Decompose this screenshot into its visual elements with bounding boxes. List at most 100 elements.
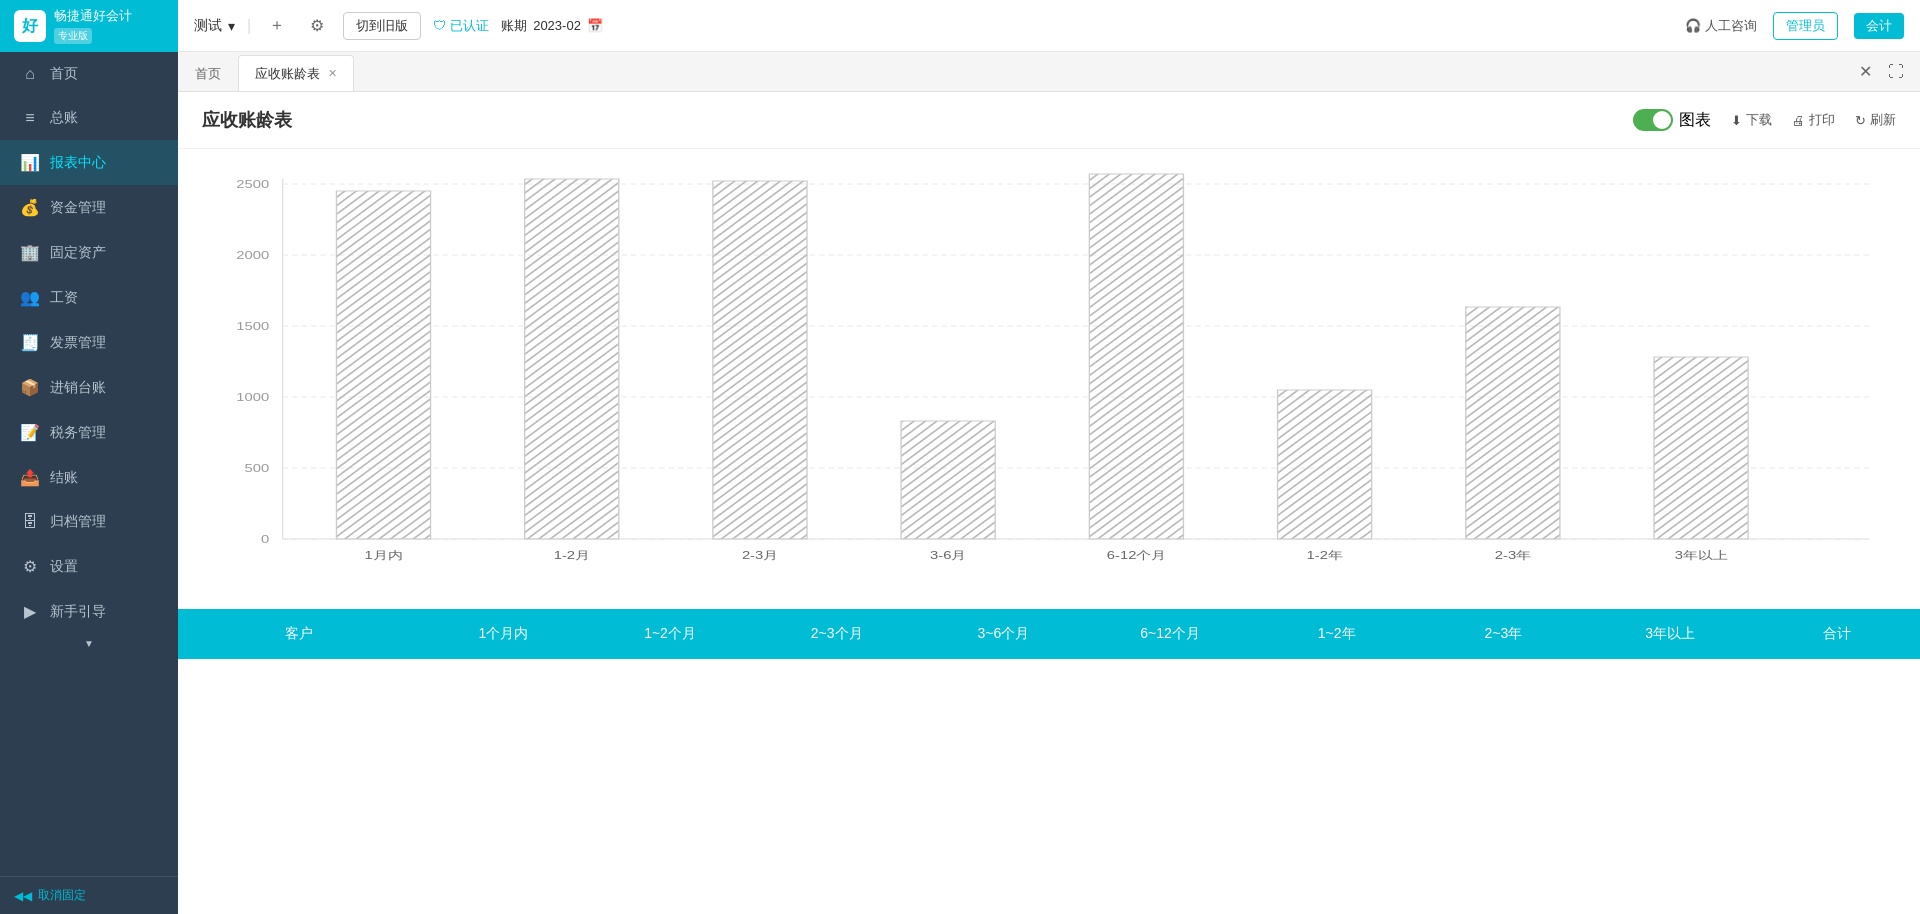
- expand-button[interactable]: ⛶: [1884, 59, 1908, 85]
- bar-3year-plus: [1654, 357, 1748, 539]
- consult-button[interactable]: 🎧 人工咨询: [1685, 17, 1757, 35]
- settings-button[interactable]: ⚙: [303, 12, 331, 40]
- guide-icon: ▶: [20, 602, 40, 621]
- svg-text:0: 0: [261, 533, 269, 546]
- svg-text:6-12个月: 6-12个月: [1107, 549, 1166, 562]
- headset-icon: 🎧: [1685, 18, 1701, 33]
- tax-icon: 📝: [20, 423, 40, 442]
- user-button[interactable]: 管理员: [1773, 12, 1838, 40]
- refresh-button[interactable]: ↻ 刷新: [1855, 111, 1896, 129]
- wages-icon: 👥: [20, 288, 40, 307]
- col-1-2year: 1~2年: [1253, 609, 1420, 659]
- sidebar-item-settings[interactable]: ⚙ 设置: [0, 544, 178, 589]
- sidebar-item-home[interactable]: ⌂ 首页: [0, 52, 178, 96]
- tab-home[interactable]: 首页: [178, 55, 238, 91]
- project-name: 测试: [194, 17, 222, 35]
- sidebar-item-label: 发票管理: [50, 334, 106, 352]
- tabbar: 首页 应收账龄表 ✕ ✕ ⛶: [178, 52, 1920, 92]
- sidebar-item-reports[interactable]: 📊 报表中心: [0, 140, 178, 185]
- page-content: 应收账龄表 图表 ⬇ 下载 🖨 打印 ↻: [178, 92, 1920, 914]
- bar-1-2month: [525, 179, 619, 539]
- sidebar-item-assets[interactable]: 🏢 固定资产: [0, 230, 178, 275]
- refresh-label: 刷新: [1870, 111, 1896, 129]
- bar-6-12month: [1089, 174, 1183, 539]
- close-window-button[interactable]: ✕: [1855, 58, 1876, 85]
- refresh-icon: ↻: [1855, 113, 1866, 128]
- svg-text:3-6月: 3-6月: [930, 549, 966, 562]
- switch-version-button[interactable]: 切到旧版: [343, 12, 421, 40]
- sidebar-item-wages[interactable]: 👥 工资: [0, 275, 178, 320]
- invoice-icon: 🧾: [20, 333, 40, 352]
- sidebar-item-label: 工资: [50, 289, 78, 307]
- chart-toggle[interactable]: [1633, 109, 1673, 131]
- table-header: 客户 1个月内 1~2个月 2~3个月 3~6个月 6~12个月 1~2年 2~…: [178, 609, 1920, 659]
- page-title: 应收账龄表: [202, 108, 292, 132]
- separator: |: [247, 17, 251, 35]
- svg-text:2500: 2500: [236, 178, 269, 191]
- bar-chart: 0 500 1000 1500 2000 2500: [202, 169, 1896, 589]
- verified-label: 已认证: [450, 17, 489, 35]
- role-button[interactable]: 会计: [1854, 13, 1904, 39]
- checkout-icon: 📤: [20, 468, 40, 487]
- col-2-3year: 2~3年: [1420, 609, 1587, 659]
- page-actions: 图表 ⬇ 下载 🖨 打印 ↻ 刷新: [1633, 109, 1896, 131]
- download-icon: ⬇: [1731, 113, 1742, 128]
- chart-container: 0 500 1000 1500 2000 2500: [178, 149, 1920, 609]
- sidebar-item-invoice[interactable]: 🧾 发票管理: [0, 320, 178, 365]
- shield-icon: 🛡: [433, 18, 446, 33]
- sidebar-item-label: 归档管理: [50, 513, 106, 531]
- calendar-icon[interactable]: 📅: [587, 18, 603, 33]
- svg-text:2000: 2000: [236, 249, 269, 262]
- cancel-fix-button[interactable]: ◀◀ 取消固定: [0, 876, 178, 914]
- topbar-right: 🎧 人工咨询 管理员 会计: [1685, 12, 1904, 40]
- sidebar-item-label: 进销台账: [50, 379, 106, 397]
- pin-icon: ◀◀: [14, 889, 32, 903]
- download-button[interactable]: ⬇ 下载: [1731, 111, 1772, 129]
- svg-text:3年以上: 3年以上: [1675, 549, 1727, 562]
- sidebar-item-tax[interactable]: 📝 税务管理: [0, 410, 178, 455]
- home-icon: ⌂: [20, 65, 40, 83]
- bar-2-3year: [1466, 307, 1560, 539]
- sidebar-item-checkout[interactable]: 📤 结账: [0, 455, 178, 500]
- bar-1month: [336, 191, 430, 539]
- svg-text:500: 500: [245, 462, 270, 475]
- period-label: 账期: [501, 17, 527, 35]
- col-3year-plus: 3年以上: [1587, 609, 1754, 659]
- add-button[interactable]: ＋: [263, 12, 291, 40]
- sidebar-nav: ⌂ 首页 ≡ 总账 📊 报表中心 💰 资金管理 🏢 固定资产 👥 工资: [0, 52, 178, 876]
- svg-text:1-2月: 1-2月: [554, 549, 590, 562]
- tab-close-icon[interactable]: ✕: [328, 68, 337, 79]
- chevron-down-icon: ▾: [228, 18, 235, 34]
- funds-icon: 💰: [20, 198, 40, 217]
- page-inner: 应收账龄表 图表 ⬇ 下载 🖨 打印 ↻: [178, 92, 1920, 914]
- svg-text:1-2年: 1-2年: [1307, 549, 1343, 562]
- archive-icon: 🗄: [20, 513, 40, 531]
- sidebar-item-label: 固定资产: [50, 244, 106, 262]
- bar-2-3month: [713, 181, 807, 539]
- col-3-6month: 3~6个月: [920, 609, 1087, 659]
- svg-text:1500: 1500: [236, 320, 269, 333]
- sidebar-item-funds[interactable]: 💰 资金管理: [0, 185, 178, 230]
- sales-icon: 📦: [20, 378, 40, 397]
- cancel-fix-label: 取消固定: [38, 887, 86, 904]
- bar-1-2year: [1278, 390, 1372, 539]
- sidebar-item-guide[interactable]: ▶ 新手引导: [0, 589, 178, 634]
- page-header: 应收账龄表 图表 ⬇ 下载 🖨 打印 ↻: [178, 92, 1920, 149]
- col-2-3month: 2~3个月: [753, 609, 920, 659]
- chart-toggle-label: 图表: [1679, 110, 1711, 131]
- sidebar-item-label: 资金管理: [50, 199, 106, 217]
- ledger-icon: ≡: [20, 109, 40, 127]
- svg-text:2-3月: 2-3月: [742, 549, 778, 562]
- sidebar-item-label: 总账: [50, 109, 78, 127]
- main-content: 测试 ▾ | ＋ ⚙ 切到旧版 🛡 已认证 账期 2023-02 📅 🎧 人工咨…: [178, 0, 1920, 914]
- print-button[interactable]: 🖨 打印: [1792, 111, 1835, 129]
- sidebar-item-ledger[interactable]: ≡ 总账: [0, 96, 178, 140]
- sidebar-item-sales[interactable]: 📦 进销台账: [0, 365, 178, 410]
- print-icon: 🖨: [1792, 113, 1805, 128]
- consult-label: 人工咨询: [1705, 17, 1757, 35]
- project-selector[interactable]: 测试 ▾: [194, 17, 235, 35]
- sidebar: 好 畅捷通好会计 专业版 ⌂ 首页 ≡ 总账 📊 报表中心 💰 资金管理 🏢: [0, 0, 178, 914]
- sidebar-item-archive[interactable]: 🗄 归档管理: [0, 500, 178, 544]
- bar-3-6month: [901, 421, 995, 539]
- tab-aging[interactable]: 应收账龄表 ✕: [238, 55, 354, 91]
